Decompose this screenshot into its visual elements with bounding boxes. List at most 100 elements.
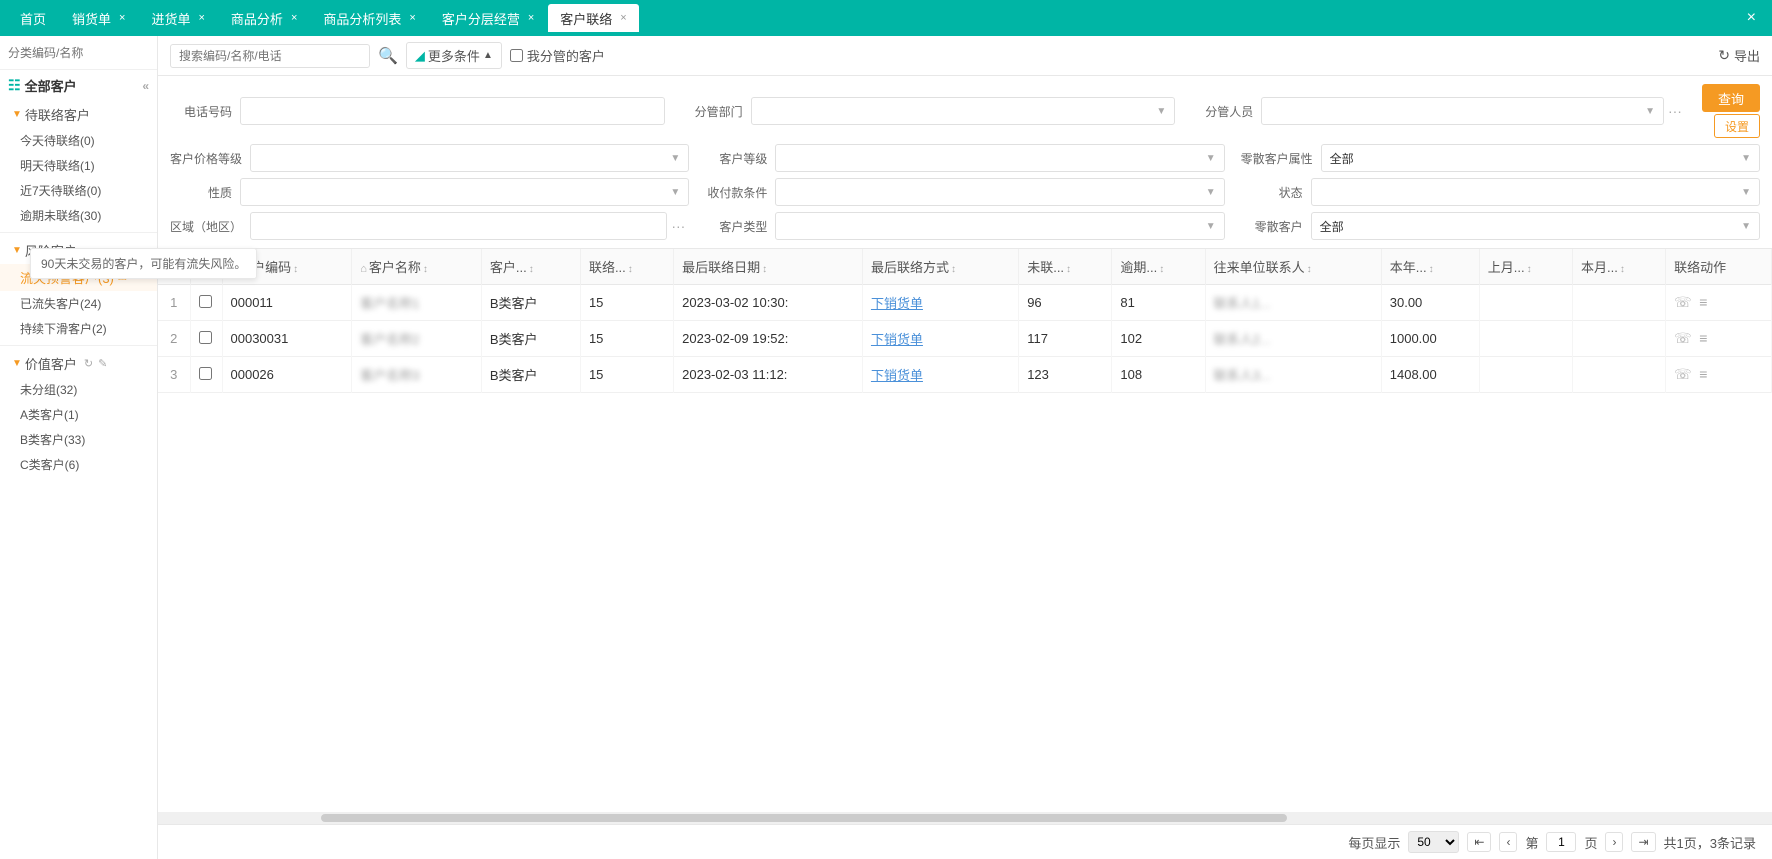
close-tab-icon[interactable]: × xyxy=(409,12,415,24)
nav-tab-0[interactable]: 销货单× xyxy=(60,4,137,32)
row-checkbox-cell[interactable] xyxy=(190,285,222,321)
prev-page-button[interactable]: ‹ xyxy=(1499,832,1517,852)
row-last-method[interactable]: 下销货单 xyxy=(862,321,1018,357)
more-action-icon[interactable]: ≡ xyxy=(1699,330,1707,346)
status-select[interactable]: ▼ xyxy=(1311,178,1760,206)
more-action-icon[interactable]: ≡ xyxy=(1699,366,1707,382)
sort-icon[interactable]: ↕ xyxy=(1307,264,1312,275)
th-this-year: 本年...↕ xyxy=(1381,249,1479,285)
sort-icon[interactable]: ↕ xyxy=(1620,264,1625,275)
more-action-icon[interactable]: ≡ xyxy=(1699,294,1707,310)
nav-tab-3[interactable]: 商品分析列表× xyxy=(311,4,427,32)
row-action[interactable]: ☏ ≡ xyxy=(1666,285,1772,321)
row-last-method[interactable]: 下销货单 xyxy=(862,285,1018,321)
sidebar-item-today[interactable]: 今天待联络(0) xyxy=(0,128,157,153)
sidebar-item-lost[interactable]: 已流失客户(24) xyxy=(0,291,157,316)
row-num: 3 xyxy=(158,357,190,393)
row-checkbox-cell[interactable] xyxy=(190,357,222,393)
sidebar-item-week[interactable]: 近7天待联络(0) xyxy=(0,178,157,203)
export-button[interactable]: ↻ 导出 xyxy=(1718,46,1760,65)
payment-select[interactable]: ▼ xyxy=(775,178,1224,206)
ellipsis-icon[interactable]: ··· xyxy=(667,218,689,234)
last-page-button[interactable]: ⇥ xyxy=(1631,832,1655,852)
close-tab-icon[interactable]: × xyxy=(198,12,204,24)
sort-icon[interactable]: ↕ xyxy=(529,264,534,275)
per-page-select[interactable]: 50 100 200 xyxy=(1408,831,1459,853)
funnel-icon: ◢ xyxy=(415,48,425,64)
sidebar-root[interactable]: ☷ 全部客户 « xyxy=(0,70,157,101)
cust-level-select[interactable]: ▼ xyxy=(775,144,1224,172)
page-num-input[interactable] xyxy=(1546,832,1576,852)
search-input[interactable] xyxy=(170,44,370,68)
dept-select[interactable]: ▼ xyxy=(751,97,1176,125)
sidebar-collapse-btn[interactable]: « xyxy=(142,79,149,93)
row-checkbox[interactable] xyxy=(199,367,212,380)
first-page-button[interactable]: ⇤ xyxy=(1467,832,1491,852)
sort-icon[interactable]: ↕ xyxy=(1527,264,1532,275)
casual-attr-select[interactable]: 全部 ▼ xyxy=(1321,144,1760,172)
query-button[interactable]: 查询 xyxy=(1702,84,1760,112)
sidebar-item-class-a[interactable]: A类客户(1) xyxy=(0,402,157,427)
row-action[interactable]: ☏ ≡ xyxy=(1666,321,1772,357)
sidebar-group-value[interactable]: ▼ 价值客户 ↻ ✎ xyxy=(0,350,157,377)
close-tab-icon[interactable]: × xyxy=(620,12,626,24)
nav-tab-5[interactable]: 客户联络× xyxy=(548,4,638,32)
filter-phone: 电话号码 xyxy=(170,97,665,125)
phone-input[interactable] xyxy=(240,97,665,125)
row-checkbox-cell[interactable] xyxy=(190,321,222,357)
row-checkbox[interactable] xyxy=(199,331,212,344)
region-select[interactable] xyxy=(250,212,667,240)
contact-icon[interactable]: ☏ xyxy=(1674,366,1692,382)
row-action[interactable]: ☏ ≡ xyxy=(1666,357,1772,393)
filter-bar: 🔍 ◢ 更多条件 ▲ 我分管的客户 ↻ 导出 xyxy=(158,36,1772,76)
th-contact-person: 往来单位联系人↕ xyxy=(1205,249,1381,285)
refresh-icon: ↻ xyxy=(1718,47,1730,64)
region-label: 区域（地区） xyxy=(170,218,250,235)
my-customers-checkbox[interactable] xyxy=(510,49,523,62)
sort-icon[interactable]: ↕ xyxy=(1429,264,1434,275)
next-page-button[interactable]: › xyxy=(1605,832,1623,852)
row-last-method[interactable]: 下销货单 xyxy=(862,357,1018,393)
cust-type-select[interactable]: ▼ xyxy=(775,212,1224,240)
ellipsis-icon[interactable]: ··· xyxy=(1664,103,1686,119)
sidebar-group-pending[interactable]: ▼ 待联络客户 xyxy=(0,101,157,128)
nav-tab-4[interactable]: 客户分层经营× xyxy=(430,4,546,32)
close-tab-icon[interactable]: × xyxy=(528,12,534,24)
sort-icon[interactable]: ↕ xyxy=(628,264,633,275)
sort-icon[interactable]: ↕ xyxy=(423,264,428,275)
close-tab-icon[interactable]: × xyxy=(119,12,125,24)
scrollbar-thumb[interactable] xyxy=(321,814,1287,822)
nav-home[interactable]: 首页 xyxy=(8,9,58,28)
settings-button[interactable]: 设置 xyxy=(1714,114,1760,138)
sort-icon[interactable]: ↕ xyxy=(951,264,956,275)
contact-icon[interactable]: ☏ xyxy=(1674,330,1692,346)
row-checkbox[interactable] xyxy=(199,295,212,308)
sort-icon[interactable]: ↕ xyxy=(1066,264,1071,275)
sidebar-item-ungroup[interactable]: 未分组(32) xyxy=(0,377,157,402)
my-customers-checkbox-label[interactable]: 我分管的客户 xyxy=(510,46,605,65)
sidebar-item-declining[interactable]: 持续下滑客户(2) xyxy=(0,316,157,341)
refresh-icon[interactable]: ↻ xyxy=(84,357,93,370)
sort-icon[interactable]: ↕ xyxy=(762,264,767,275)
sidebar-item-class-b[interactable]: B类客户(33) xyxy=(0,427,157,452)
close-all-button[interactable]: × xyxy=(1739,9,1764,27)
nav-tab-2[interactable]: 商品分析× xyxy=(219,4,309,32)
nature-select[interactable]: ▼ xyxy=(240,178,689,206)
sort-icon[interactable]: ↕ xyxy=(1159,264,1164,275)
row-last-month xyxy=(1479,321,1572,357)
edit-icon[interactable]: ✎ xyxy=(98,357,107,370)
person-select[interactable]: ▼ xyxy=(1261,97,1664,125)
nav-tab-1[interactable]: 进货单× xyxy=(139,4,216,32)
sidebar-item-class-c[interactable]: C类客户(6) xyxy=(0,452,157,477)
price-level-select[interactable]: ▼ xyxy=(250,144,689,172)
sidebar-item-overdue[interactable]: 逾期未联络(30) xyxy=(0,203,157,228)
casual-cust-select[interactable]: 全部 ▼ xyxy=(1311,212,1760,240)
search-button[interactable]: 🔍 xyxy=(378,46,398,66)
contact-icon[interactable]: ☏ xyxy=(1674,294,1692,310)
sort-icon[interactable]: ↕ xyxy=(293,264,298,275)
sidebar-item-tomorrow[interactable]: 明天待联络(1) xyxy=(0,153,157,178)
sidebar-search-input[interactable] xyxy=(8,46,158,60)
more-conditions-button[interactable]: ◢ 更多条件 ▲ xyxy=(406,42,502,69)
close-tab-icon[interactable]: × xyxy=(291,12,297,24)
horizontal-scrollbar[interactable] xyxy=(158,812,1772,824)
